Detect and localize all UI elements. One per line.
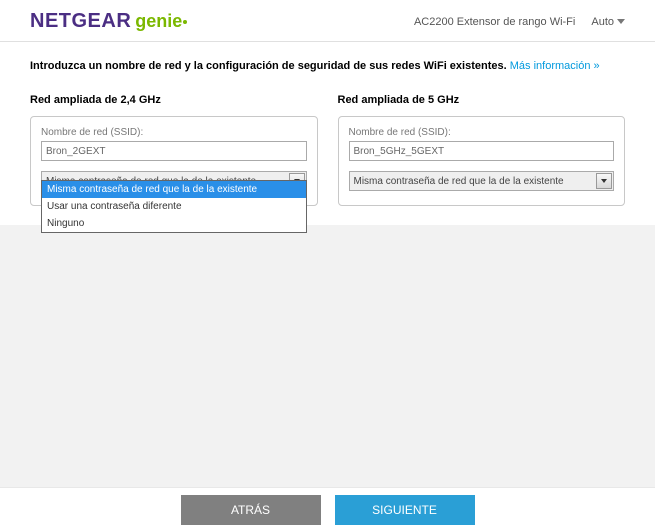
band-24-title: Red ampliada de 2,4 GHz (30, 94, 318, 106)
background-panel (0, 225, 655, 487)
more-info-link[interactable]: Más información » (510, 60, 600, 72)
band-5-panel: Nombre de red (SSID): Misma contraseña d… (338, 116, 626, 206)
dropdown-button-icon (596, 173, 612, 189)
band-5-title: Red ampliada de 5 GHz (338, 94, 626, 106)
dropdown-option[interactable]: Usar una contraseña diferente (42, 198, 306, 215)
header: NETGEAR genie AC2200 Extensor de rango W… (0, 0, 655, 42)
intro-text: Introduzca un nombre de red y la configu… (30, 60, 625, 72)
dropdown-option[interactable]: Ninguno (42, 215, 306, 232)
brand-name: NETGEAR (30, 10, 131, 33)
dropdown-option[interactable]: Misma contraseña de red que la de la exi… (42, 181, 306, 198)
sub-brand: genie (135, 11, 182, 32)
language-selector[interactable]: Auto (591, 16, 625, 28)
next-button[interactable]: SIGUIENTE (335, 495, 475, 525)
security-selected-5: Misma contraseña de red que la de la exi… (354, 176, 564, 187)
footer-bar: ATRÁS SIGUIENTE (0, 487, 655, 532)
main-content: Introduzca un nombre de red y la configu… (0, 42, 655, 206)
ssid-label-5: Nombre de red (SSID): (349, 127, 615, 138)
product-title: AC2200 Extensor de rango Wi-Fi (414, 16, 575, 28)
chevron-down-icon (617, 19, 625, 24)
band-24-panel: Nombre de red (SSID): Misma contraseña d… (30, 116, 318, 206)
security-select-5[interactable]: Misma contraseña de red que la de la exi… (349, 171, 615, 191)
language-label: Auto (591, 16, 614, 28)
brand-dot-icon (183, 20, 187, 24)
back-button[interactable]: ATRÁS (181, 495, 321, 525)
brand-logo: NETGEAR genie (30, 10, 188, 33)
security-dropdown-24: Misma contraseña de red que la de la exi… (41, 180, 307, 233)
ssid-input-24[interactable] (41, 141, 307, 161)
ssid-input-5[interactable] (349, 141, 615, 161)
ssid-label-24: Nombre de red (SSID): (41, 127, 307, 138)
